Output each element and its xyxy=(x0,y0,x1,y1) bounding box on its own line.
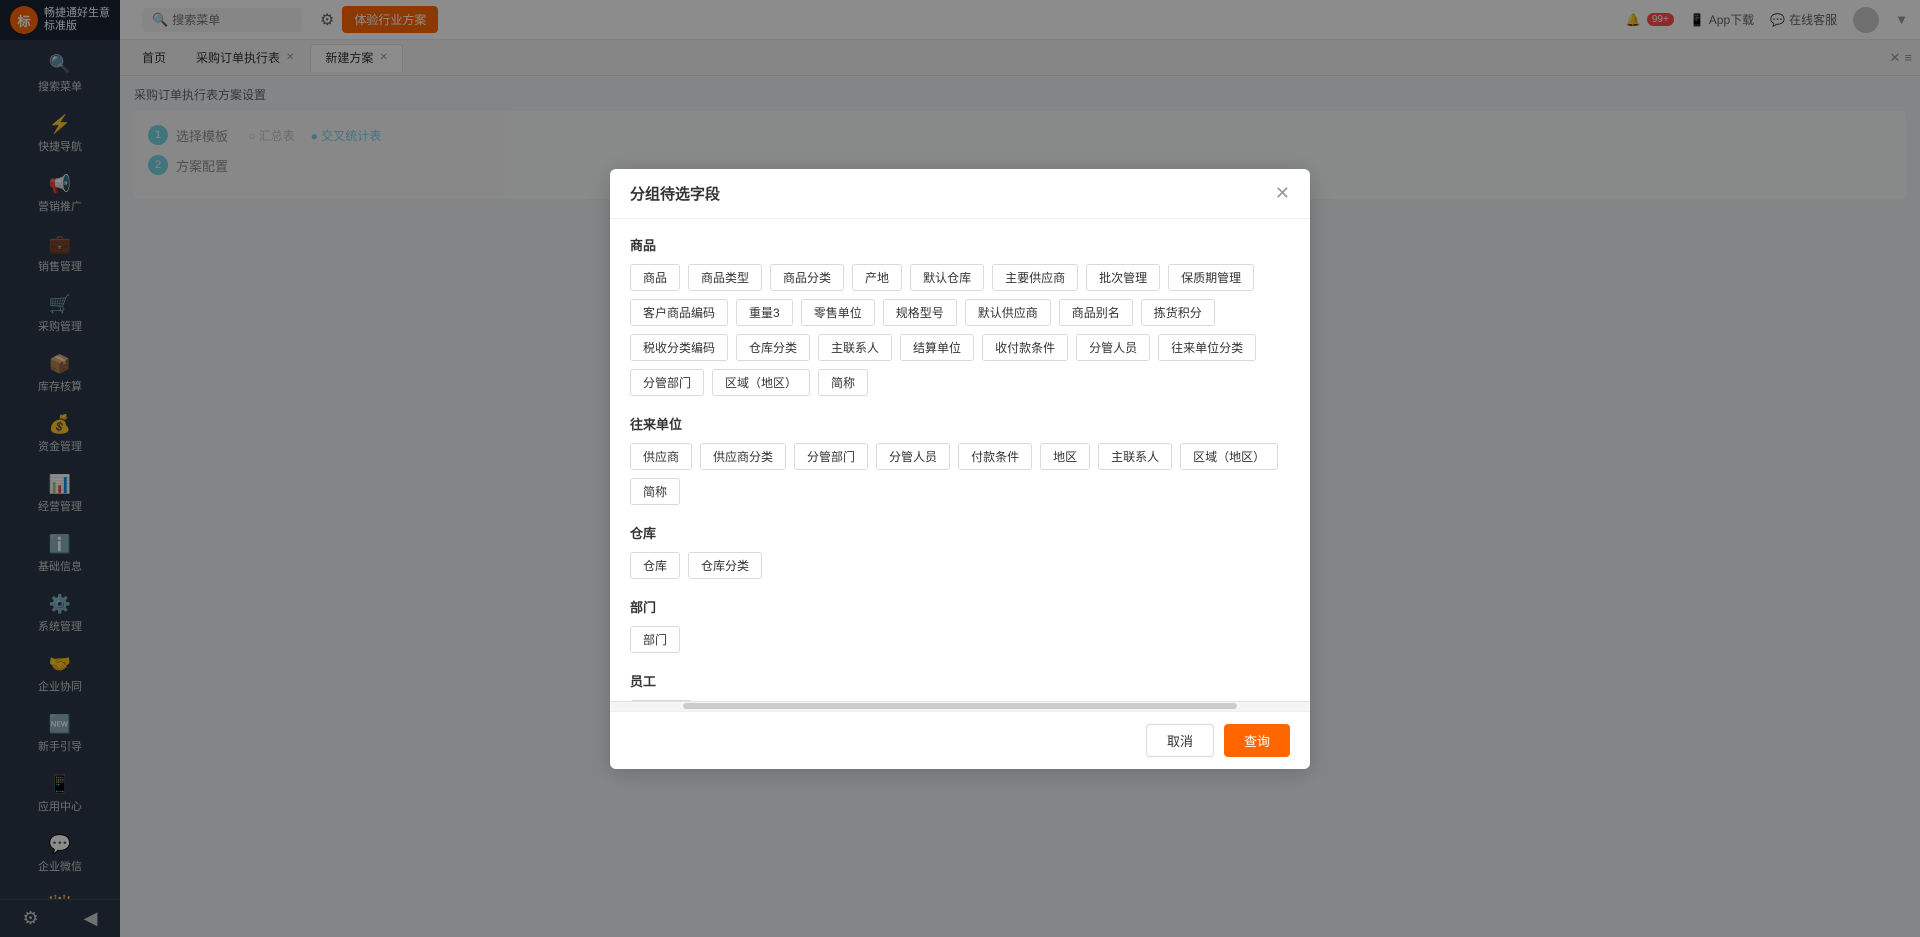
field-group-title-2: 仓库 xyxy=(630,523,1290,542)
field-group-4: 员工业务员 xyxy=(630,671,1290,701)
field-chip-3-0[interactable]: 部门 xyxy=(630,626,680,653)
modal-hscroll-bar xyxy=(683,703,1237,709)
field-chip-0-16[interactable]: 仓库分类 xyxy=(736,334,810,361)
modal-overlay: 分组待选字段 ✕ 商品商品商品类型商品分类产地默认仓库主要供应商批次管理保质期管… xyxy=(0,0,1920,937)
field-chip-0-24[interactable]: 简称 xyxy=(818,369,868,396)
field-chip-0-22[interactable]: 分管部门 xyxy=(630,369,704,396)
field-chip-0-15[interactable]: 税收分类编码 xyxy=(630,334,728,361)
modal-close-btn[interactable]: ✕ xyxy=(1275,183,1290,204)
field-chip-0-23[interactable]: 区域（地区） xyxy=(712,369,810,396)
field-chip-0-10[interactable]: 零售单位 xyxy=(801,299,875,326)
field-chip-1-4[interactable]: 付款条件 xyxy=(958,443,1032,470)
field-chip-0-20[interactable]: 分管人员 xyxy=(1076,334,1150,361)
field-chip-0-9[interactable]: 重量3 xyxy=(736,299,793,326)
field-chip-2-0[interactable]: 仓库 xyxy=(630,552,680,579)
cancel-button[interactable]: 取消 xyxy=(1146,724,1214,757)
field-chip-1-0[interactable]: 供应商 xyxy=(630,443,692,470)
field-chip-0-6[interactable]: 批次管理 xyxy=(1086,264,1160,291)
modal-field-select: 分组待选字段 ✕ 商品商品商品类型商品分类产地默认仓库主要供应商批次管理保质期管… xyxy=(610,169,1310,769)
field-group-0: 商品商品商品类型商品分类产地默认仓库主要供应商批次管理保质期管理客户商品编码重量… xyxy=(630,235,1290,396)
field-group-3: 部门部门 xyxy=(630,597,1290,653)
field-chip-0-8[interactable]: 客户商品编码 xyxy=(630,299,728,326)
modal-title: 分组待选字段 xyxy=(630,183,720,204)
field-chip-0-21[interactable]: 往来单位分类 xyxy=(1158,334,1256,361)
field-chip-0-12[interactable]: 默认供应商 xyxy=(965,299,1051,326)
field-chip-1-6[interactable]: 主联系人 xyxy=(1098,443,1172,470)
field-chip-0-14[interactable]: 拣货积分 xyxy=(1141,299,1215,326)
field-chip-1-1[interactable]: 供应商分类 xyxy=(700,443,786,470)
modal-header: 分组待选字段 ✕ xyxy=(610,169,1310,219)
field-chip-0-2[interactable]: 商品分类 xyxy=(770,264,844,291)
field-group-2: 仓库仓库仓库分类 xyxy=(630,523,1290,579)
field-chip-0-0[interactable]: 商品 xyxy=(630,264,680,291)
field-chips-3: 部门 xyxy=(630,626,1290,653)
modal-body: 商品商品商品类型商品分类产地默认仓库主要供应商批次管理保质期管理客户商品编码重量… xyxy=(610,219,1310,701)
field-chips-1: 供应商供应商分类分管部门分管人员付款条件地区主联系人区域（地区） 简称 xyxy=(630,443,1290,505)
field-chip-0-13[interactable]: 商品别名 xyxy=(1059,299,1133,326)
field-chip-0-5[interactable]: 主要供应商 xyxy=(992,264,1078,291)
field-chip-2-1[interactable]: 仓库分类 xyxy=(688,552,762,579)
field-group-1: 往来单位供应商供应商分类分管部门分管人员付款条件地区主联系人区域（地区） 简称 xyxy=(630,414,1290,505)
field-chip-0-19[interactable]: 收付款条件 xyxy=(982,334,1068,361)
field-chip-1-7[interactable]: 区域（地区） xyxy=(1180,443,1278,470)
field-chips-0: 商品商品类型商品分类产地默认仓库主要供应商批次管理保质期管理客户商品编码重量3 零… xyxy=(630,264,1290,396)
field-group-title-0: 商品 xyxy=(630,235,1290,254)
confirm-button[interactable]: 查询 xyxy=(1224,724,1290,757)
field-chip-0-7[interactable]: 保质期管理 xyxy=(1168,264,1254,291)
field-chip-1-8[interactable]: 简称 xyxy=(630,478,680,505)
field-chip-0-17[interactable]: 主联系人 xyxy=(818,334,892,361)
modal-footer: 取消 查询 xyxy=(610,711,1310,769)
field-chip-0-3[interactable]: 产地 xyxy=(852,264,902,291)
field-chip-0-4[interactable]: 默认仓库 xyxy=(910,264,984,291)
field-chip-0-11[interactable]: 规格型号 xyxy=(883,299,957,326)
modal-hscroll[interactable] xyxy=(610,701,1310,711)
field-chip-1-3[interactable]: 分管人员 xyxy=(876,443,950,470)
field-chip-1-5[interactable]: 地区 xyxy=(1040,443,1090,470)
field-chip-1-2[interactable]: 分管部门 xyxy=(794,443,868,470)
field-chip-0-1[interactable]: 商品类型 xyxy=(688,264,762,291)
field-group-title-4: 员工 xyxy=(630,671,1290,690)
field-chip-0-18[interactable]: 结算单位 xyxy=(900,334,974,361)
field-chips-2: 仓库仓库分类 xyxy=(630,552,1290,579)
field-group-title-3: 部门 xyxy=(630,597,1290,616)
field-group-title-1: 往来单位 xyxy=(630,414,1290,433)
